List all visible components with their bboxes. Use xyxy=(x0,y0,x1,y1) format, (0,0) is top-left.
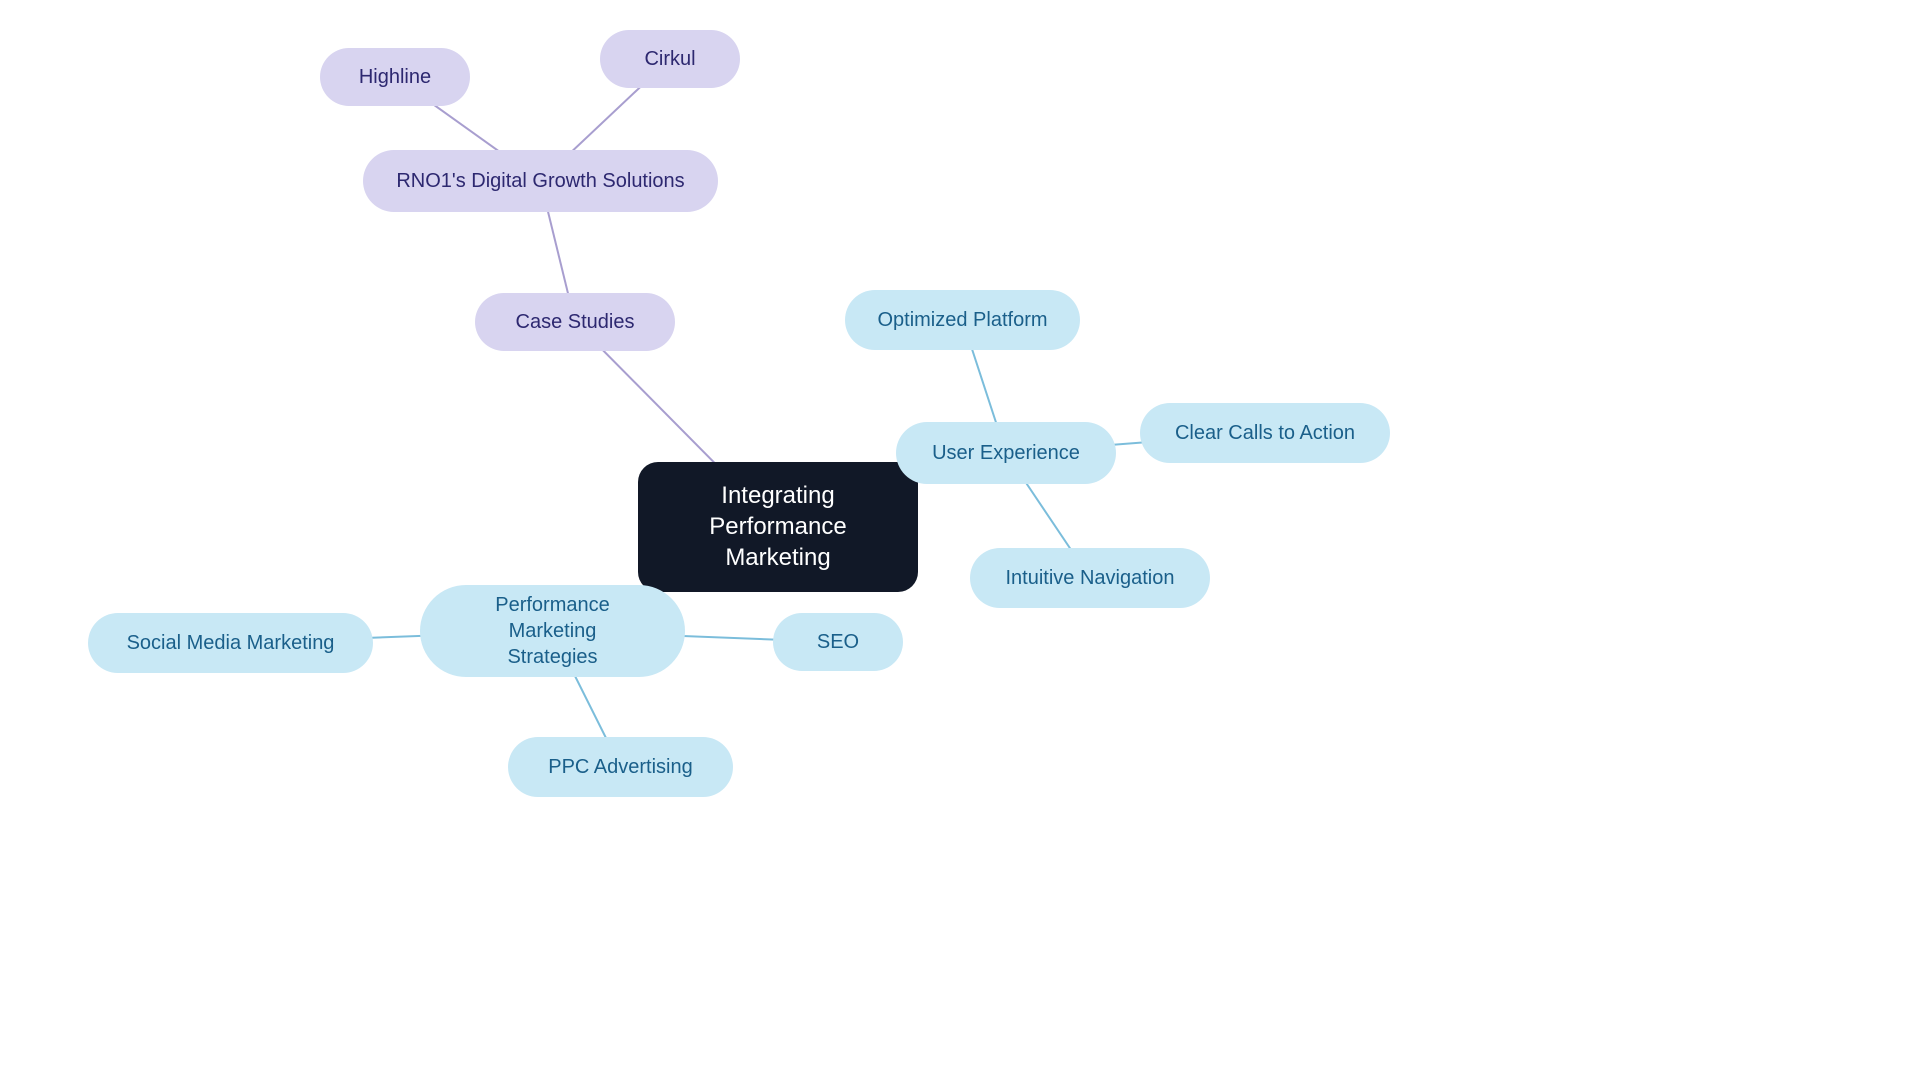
seo-label: SEO xyxy=(817,629,859,655)
seo-node[interactable]: SEO xyxy=(773,613,903,671)
cirkul-label: Cirkul xyxy=(644,46,695,72)
cirkul-node[interactable]: Cirkul xyxy=(600,30,740,88)
center-node[interactable]: Integrating Performance Marketing xyxy=(638,462,918,592)
clear-calls-label: Clear Calls to Action xyxy=(1175,420,1355,446)
clear-calls-node[interactable]: Clear Calls to Action xyxy=(1140,403,1390,463)
social-media-node[interactable]: Social Media Marketing xyxy=(88,613,373,673)
intuitive-nav-label: Intuitive Navigation xyxy=(1006,565,1175,591)
user-experience-label: User Experience xyxy=(932,440,1080,466)
rno1-label: RNO1's Digital Growth Solutions xyxy=(396,168,684,194)
perf-marketing-node[interactable]: Performance Marketing Strategies xyxy=(420,585,685,677)
ppc-label: PPC Advertising xyxy=(548,754,693,780)
case-studies-node[interactable]: Case Studies xyxy=(475,293,675,351)
highline-label: Highline xyxy=(359,64,431,90)
optimized-platform-node[interactable]: Optimized Platform xyxy=(845,290,1080,350)
ppc-node[interactable]: PPC Advertising xyxy=(508,737,733,797)
user-experience-node[interactable]: User Experience xyxy=(896,422,1116,484)
perf-marketing-label: Performance Marketing Strategies xyxy=(450,592,655,670)
rno1-node[interactable]: RNO1's Digital Growth Solutions xyxy=(363,150,718,212)
social-media-label: Social Media Marketing xyxy=(127,630,335,656)
case-studies-label: Case Studies xyxy=(516,309,635,335)
highline-node[interactable]: Highline xyxy=(320,48,470,106)
intuitive-nav-node[interactable]: Intuitive Navigation xyxy=(970,548,1210,608)
center-label: Integrating Performance Marketing xyxy=(668,480,888,574)
optimized-platform-label: Optimized Platform xyxy=(877,307,1047,333)
